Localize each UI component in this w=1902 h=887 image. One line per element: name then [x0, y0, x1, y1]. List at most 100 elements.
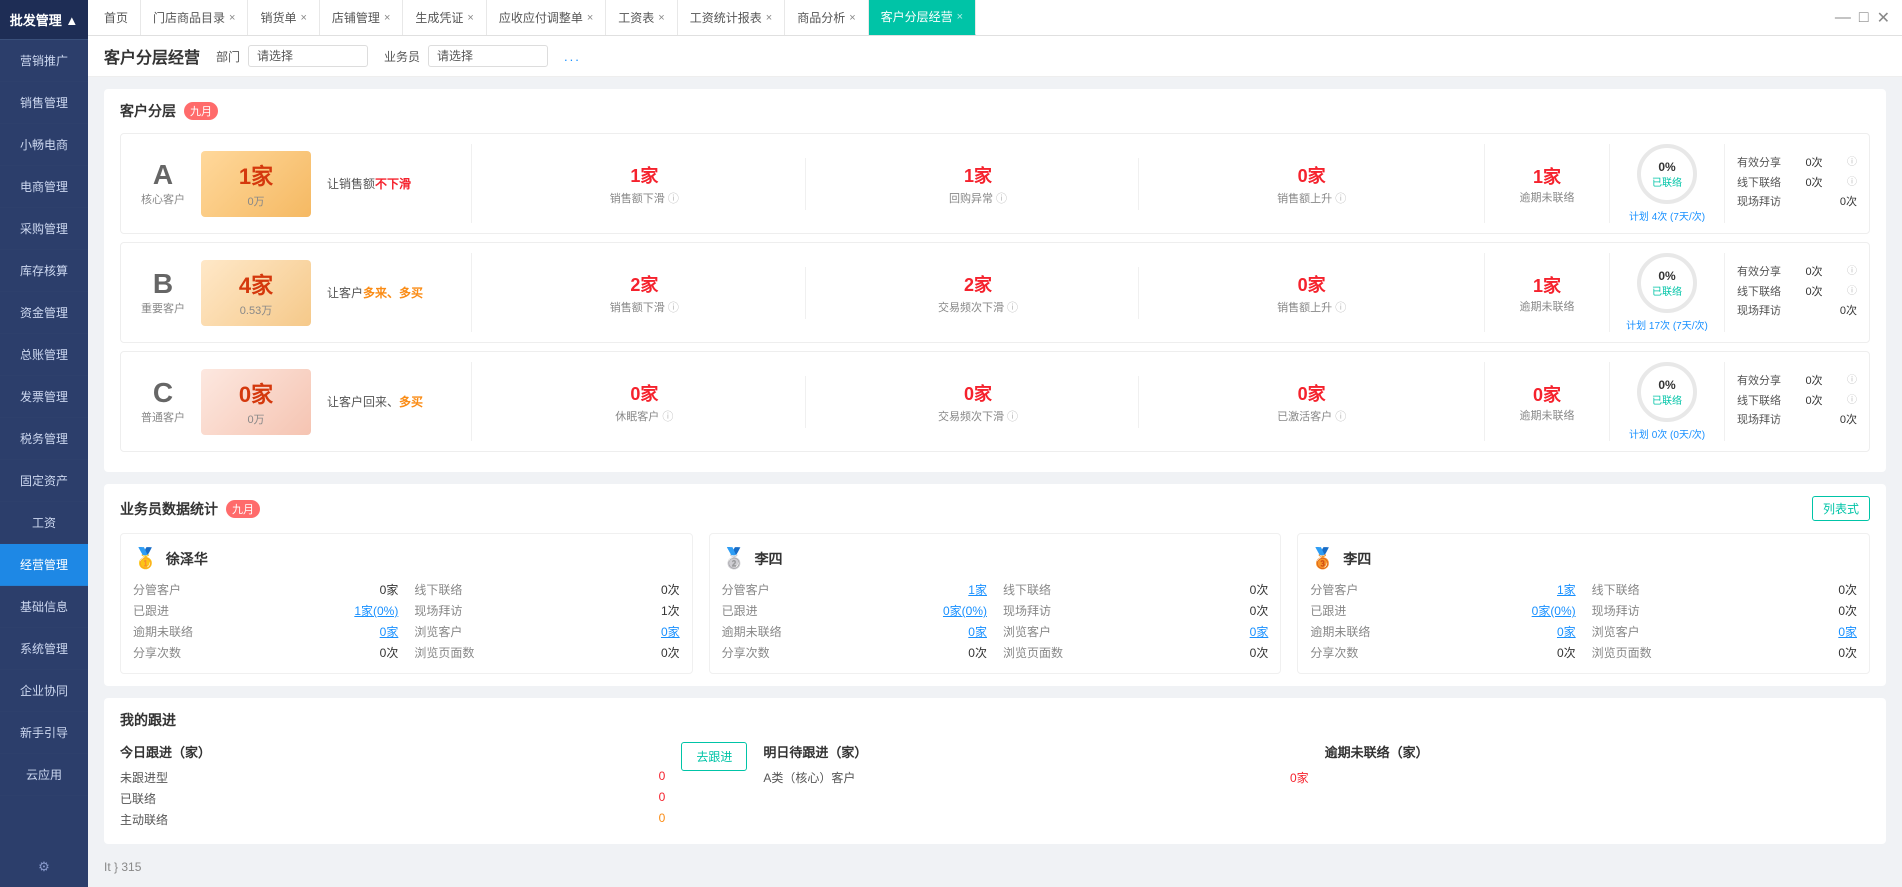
biz-card-2-header: 🥉 李四	[1310, 546, 1857, 571]
sidebar-item-dianshang[interactable]: 电商管理	[0, 166, 88, 208]
biz-card-0-rows: 分管客户 0家 线下联络 0次 已跟进 1家(0%) 现场拜访	[133, 581, 680, 661]
biz-card-0: 🥇 徐泽华 分管客户 0家 线下联络 0次 已跟进	[120, 533, 693, 674]
tab-kefenjingying-close[interactable]: ×	[957, 11, 963, 23]
tier-b-linked-plan: 计划 17次 (7天/次)	[1622, 317, 1712, 332]
tier-a-metric-0-num: 1家	[492, 162, 797, 188]
tab-dianpuguanli[interactable]: 店铺管理 ×	[320, 0, 403, 36]
tier-c-metric-1-label: 交易频次下滑 ⓘ	[826, 408, 1131, 424]
sidebar-item-yingxiao[interactable]: 营销推广	[0, 40, 88, 82]
sidebar-item-zijin[interactable]: 资金管理	[0, 292, 88, 334]
biz-cards-grid: 🥇 徐泽华 分管客户 0家 线下联络 0次 已跟进	[120, 533, 1870, 674]
dept-filter-select[interactable]: 请选择	[248, 45, 368, 67]
window-minimize-button[interactable]: —	[1835, 9, 1851, 27]
tab-mendianshanpinmulu[interactable]: 门店商品目录 ×	[141, 0, 248, 36]
tier-b-suggestion: 让客户多来、多买	[319, 284, 459, 301]
sidebar-item-yunyingyong[interactable]: 云应用	[0, 754, 88, 796]
sidebar-item-gudingzichan[interactable]: 固定资产	[0, 460, 88, 502]
tier-a-count-block: 1家 0万	[201, 151, 311, 217]
sidebar-item-xinshouyindao[interactable]: 新手引导	[0, 712, 88, 754]
tab-shengpingzheng-close[interactable]: ×	[467, 12, 473, 24]
biz-card-0-row-7: 浏览页面数 0次	[414, 644, 679, 661]
tier-a-linked: 0% 已联络 计划 4次 (7天/次)	[1622, 144, 1712, 223]
tier-c-overdue: 0家 逾期未联络	[1497, 381, 1597, 423]
followup-overdue-title: 逾期未联络（家）	[1325, 742, 1870, 761]
tab-shengpingzheng[interactable]: 生成凭证 ×	[403, 0, 486, 36]
tier-c-linked: 0% 已联络 计划 0次 (0天/次)	[1622, 362, 1712, 441]
tier-c-divider2	[1484, 362, 1485, 441]
tier-a-divider4	[1724, 144, 1725, 223]
sidebar-item-fapiao[interactable]: 发票管理	[0, 376, 88, 418]
tab-kefenjingyig[interactable]: 客户分层经营 ×	[869, 0, 976, 36]
tier-b-metrics: 2家 销售额下滑 ⓘ 2家 交易频次下滑 ⓘ 0	[484, 267, 1472, 319]
tab-dianpuguanli-close[interactable]: ×	[384, 12, 390, 24]
tier-b-stat-1: 线下联络 0次 ⓘ	[1737, 283, 1857, 303]
window-close-button[interactable]: ✕	[1877, 8, 1890, 28]
tab-gongzitongjibiao-close[interactable]: ×	[766, 12, 772, 24]
tier-a-linked-circle: 0% 已联络	[1637, 144, 1697, 204]
tab-gongzitongjibiao[interactable]: 工资统计报表 ×	[678, 0, 785, 36]
window-maximize-button[interactable]: □	[1859, 9, 1869, 27]
sidebar-item-qiyexietong[interactable]: 企业协同	[0, 670, 88, 712]
sidebar-item-jichuxinxi[interactable]: 基础信息	[0, 586, 88, 628]
tier-c-metric-0-num: 0家	[492, 380, 797, 406]
tab-mendianshanpinmulu-label: 门店商品目录	[153, 9, 225, 26]
tier-c-metric-1: 0家 交易频次下滑 ⓘ	[818, 376, 1140, 428]
tier-c-metric-0: 0家 休眠客户 ⓘ	[484, 376, 806, 428]
tab-mendianshanpinmulu-close[interactable]: ×	[229, 12, 235, 24]
biz-card-2-row-1: 线下联络 0次	[1592, 581, 1857, 598]
sales-filter-select[interactable]: 请选择	[428, 45, 548, 67]
followup-today-row-0: 未跟进型 0	[120, 769, 665, 786]
tier-c-linked-plan: 计划 0次 (0天/次)	[1622, 426, 1712, 441]
biz-card-1-row-2: 已跟进 0家(0%)	[722, 602, 987, 619]
biz-stats-list-btn[interactable]: 列表式	[1812, 496, 1870, 521]
tier-b-linked-status: 已联络	[1652, 283, 1682, 298]
customer-tier-section: 客户分层 九月 A 核心客户 1家 0万 让销售额不下滑	[104, 89, 1886, 472]
tab-xiaohuo[interactable]: 销货单 ×	[248, 0, 319, 36]
sidebar-item-gongzi[interactable]: 工资	[0, 502, 88, 544]
biz-card-1-row-3: 现场拜访 0次	[1003, 602, 1268, 619]
biz-stats-title: 业务员数据统计	[120, 499, 218, 519]
biz-card-1-name: 李四	[755, 549, 783, 569]
biz-card-2-name: 李四	[1343, 549, 1371, 569]
tier-row-a: A 核心客户 1家 0万 让销售额不下滑 1家 销售额下滑 ⓘ	[120, 133, 1870, 234]
tab-xiaohuo-close[interactable]: ×	[300, 12, 306, 24]
tier-b-divider3	[1609, 253, 1610, 332]
sidebar: 批发管理 ▲ 营销推广 销售管理 小畅电商 电商管理 采购管理 库存核算 资金管…	[0, 0, 88, 887]
tier-c-metrics: 0家 休眠客户 ⓘ 0家 交易频次下滑 ⓘ 0家	[484, 376, 1472, 428]
sidebar-item-shuiwu[interactable]: 税务管理	[0, 418, 88, 460]
sidebar-gear-button[interactable]: ⚙	[0, 847, 88, 887]
tier-a-metric-2-info: ⓘ	[1335, 193, 1346, 205]
sidebar-item-caigou[interactable]: 采购管理	[0, 208, 88, 250]
tier-c-metric-1-info: ⓘ	[1007, 411, 1018, 423]
tier-a-divider2	[1484, 144, 1485, 223]
tier-a-linked-pct: 0%	[1658, 160, 1675, 174]
followup-grid: 今日跟进（家） 未跟进型 0 已联络 0 主动联络 0 去跟进	[120, 742, 1870, 832]
tab-gongzibiao[interactable]: 工资表 ×	[606, 0, 677, 36]
tier-c-linked-pct: 0%	[1658, 378, 1675, 392]
tier-c-linked-status: 已联络	[1652, 392, 1682, 407]
tab-gongzibiao-close[interactable]: ×	[658, 12, 664, 24]
sidebar-item-xitong[interactable]: 系统管理	[0, 628, 88, 670]
sidebar-item-xiaoshou[interactable]: 销售管理	[0, 82, 88, 124]
followup-goto-button[interactable]: 去跟进	[681, 742, 747, 771]
tier-a-divider3	[1609, 144, 1610, 223]
filter-more-button[interactable]: ...	[564, 49, 581, 64]
content-area: 客户分层 九月 A 核心客户 1家 0万 让销售额不下滑	[88, 77, 1902, 887]
tier-a-metric-2-num: 0家	[1159, 162, 1464, 188]
tier-a-metric-0-label: 销售额下滑 ⓘ	[492, 190, 797, 206]
sidebar-item-zongzhang[interactable]: 总账管理	[0, 334, 88, 376]
tier-c-metric-1-num: 0家	[826, 380, 1131, 406]
tab-shangpinfenxi-close[interactable]: ×	[849, 12, 855, 24]
tier-b-linked: 0% 已联络 计划 17次 (7天/次)	[1622, 253, 1712, 332]
tab-home[interactable]: 首页	[92, 0, 141, 36]
tab-shangpinfenxi[interactable]: 商品分析 ×	[785, 0, 868, 36]
tab-yingshouzhengdan[interactable]: 应收应付调整单 ×	[487, 0, 606, 36]
tier-b-metric-0-label: 销售额下滑 ⓘ	[492, 299, 797, 315]
biz-card-1-row-4: 逾期未联络 0家	[722, 623, 987, 640]
sidebar-item-kucun[interactable]: 库存核算	[0, 250, 88, 292]
sidebar-item-xiaochang[interactable]: 小畅电商	[0, 124, 88, 166]
sidebar-item-jingying[interactable]: 经营管理	[0, 544, 88, 586]
sidebar-top-label[interactable]: 批发管理 ▲	[0, 0, 88, 40]
tab-yingshouzhengdan-close[interactable]: ×	[587, 12, 593, 24]
tab-kefenjingying-label: 客户分层经营	[881, 8, 953, 25]
